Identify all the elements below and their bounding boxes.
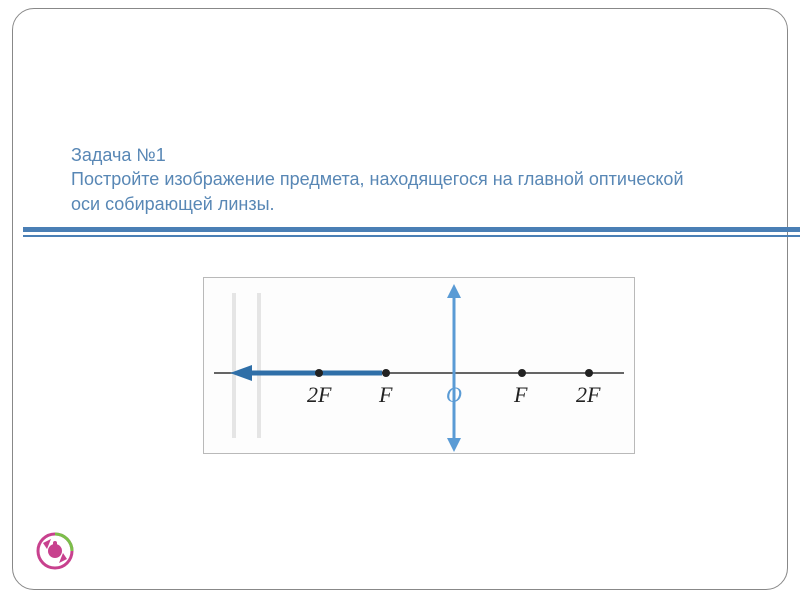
title-line-1: Задача №1 bbox=[71, 145, 166, 165]
divider-bar-thin bbox=[23, 235, 800, 237]
label-F-right: F bbox=[513, 382, 528, 407]
lens-arrow-up-icon bbox=[447, 284, 461, 298]
title-line-2: Постройте изображение предмета, находяще… bbox=[71, 169, 684, 213]
point-F-left bbox=[382, 369, 390, 377]
optics-diagram: 2F F O F 2F bbox=[203, 277, 635, 454]
problem-title: Задача №1 Постройте изображение предмета… bbox=[71, 143, 711, 216]
point-2F-left bbox=[315, 369, 323, 377]
lens-arrow-down-icon bbox=[447, 438, 461, 452]
divider-bar-thick bbox=[23, 227, 800, 232]
logo-icon bbox=[35, 531, 75, 571]
point-F-right bbox=[518, 369, 526, 377]
label-F-left: F bbox=[378, 382, 393, 407]
diagram-svg: 2F F O F 2F bbox=[204, 278, 634, 453]
label-O: O bbox=[446, 382, 462, 407]
label-2F-right: 2F bbox=[576, 382, 601, 407]
divider bbox=[23, 227, 800, 237]
slide-frame: Задача №1 Постройте изображение предмета… bbox=[12, 8, 788, 590]
point-2F-right bbox=[585, 369, 593, 377]
label-2F-left: 2F bbox=[307, 382, 332, 407]
